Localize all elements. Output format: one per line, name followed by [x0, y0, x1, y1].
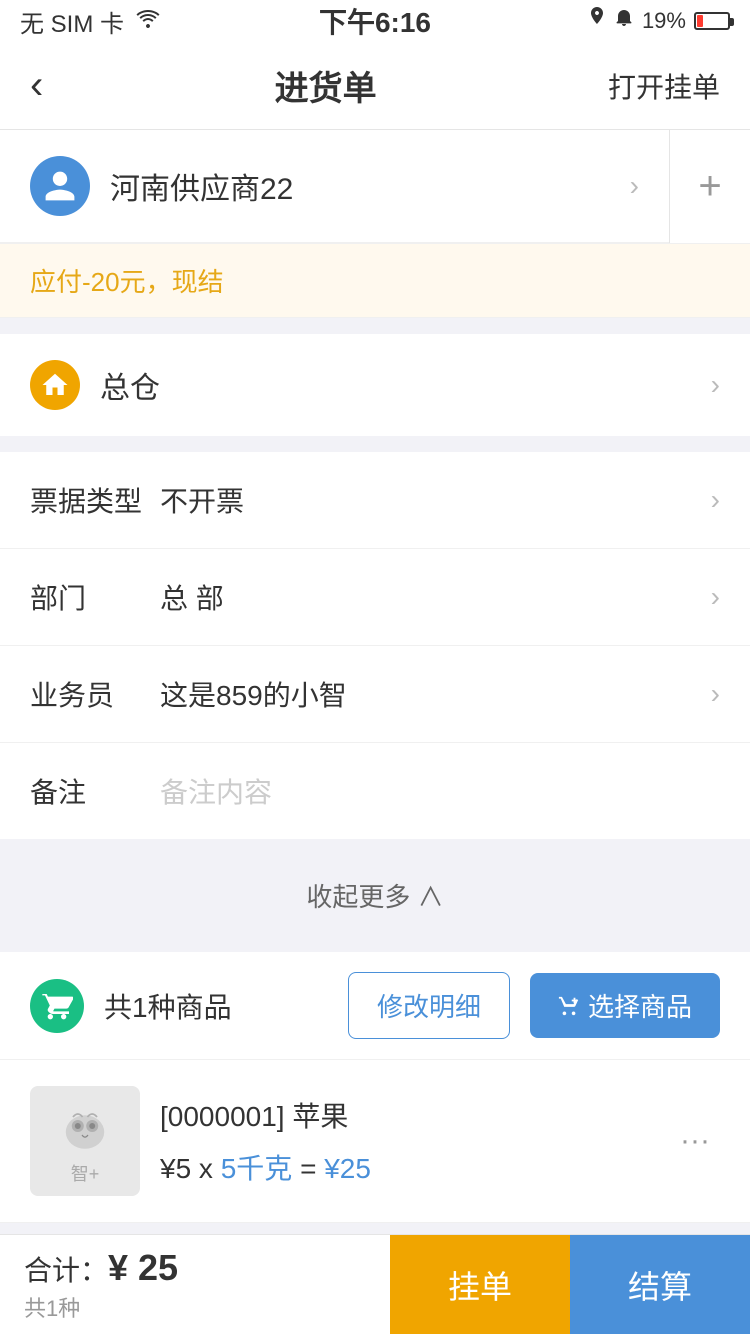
total-section: 合计： ¥ 25 共1种	[0, 1235, 390, 1334]
form-section: 票据类型 不开票 › 部门 总 部 › 业务员 这是859的小智 › 备注 备注…	[0, 452, 750, 839]
salesperson-value: 这是859的小智	[160, 674, 711, 714]
product-thumbnail: 智+	[30, 1086, 140, 1196]
battery-percent: 19%	[642, 8, 686, 34]
product-more-button[interactable]: ···	[670, 1114, 720, 1168]
warehouse-section: 总仓 ›	[0, 334, 750, 436]
invoice-type-chevron-icon: ›	[711, 484, 720, 516]
invoice-type-row[interactable]: 票据类型 不开票 ›	[0, 452, 750, 549]
select-product-label: 选择商品	[588, 987, 692, 1024]
product-total: ¥25	[324, 1153, 371, 1184]
remark-label: 备注	[30, 771, 160, 811]
battery-icon	[694, 12, 730, 30]
salesperson-chevron-icon: ›	[711, 678, 720, 710]
invoice-type-label: 票据类型	[30, 480, 160, 520]
status-time: 下午6:16	[319, 1, 431, 41]
total-label: 合计：	[24, 1249, 108, 1289]
status-right: 19%	[588, 7, 730, 35]
products-icon	[30, 979, 84, 1033]
salesperson-row[interactable]: 业务员 这是859的小智 ›	[0, 646, 750, 743]
products-header: 共1种商品 修改明细 选择商品	[0, 952, 750, 1060]
department-row[interactable]: 部门 总 部 ›	[0, 549, 750, 646]
product-item: 智+ [0000001] 苹果 ¥5 x 5千克 = ¥25 ···	[0, 1060, 750, 1223]
collapse-button[interactable]: 收起更多 ∧	[0, 855, 750, 936]
total-count: 共1种	[24, 1291, 366, 1323]
supplier-section: 河南供应商22 › + 应付-20元，现结	[0, 130, 750, 318]
location-icon	[588, 7, 606, 35]
carrier-label: 无 SIM 卡	[20, 4, 124, 39]
pending-button[interactable]: 挂单	[390, 1235, 570, 1334]
department-chevron-icon: ›	[711, 581, 720, 613]
warehouse-name: 总仓	[100, 363, 711, 407]
warehouse-row[interactable]: 总仓 ›	[0, 334, 750, 436]
product-price: ¥5 x 5千克 = ¥25	[160, 1147, 650, 1187]
product-name: [0000001] 苹果	[160, 1095, 650, 1135]
products-count: 共1种商品	[104, 986, 328, 1026]
supplier-name: 河南供应商22	[110, 164, 630, 208]
remark-row[interactable]: 备注 备注内容	[0, 743, 750, 839]
alarm-icon	[614, 8, 634, 34]
remark-input[interactable]: 备注内容	[160, 771, 720, 811]
supplier-chevron-icon: ›	[630, 170, 639, 202]
select-product-button[interactable]: 选择商品	[530, 973, 720, 1038]
product-info: [0000001] 苹果 ¥5 x 5千克 = ¥25	[160, 1095, 650, 1187]
supplier-row[interactable]: 河南供应商22 ›	[0, 130, 669, 243]
product-brand-label: 智+	[71, 1160, 100, 1186]
open-pending-button[interactable]: 打开挂单	[608, 66, 720, 106]
warehouse-icon	[30, 360, 80, 410]
back-button[interactable]: ‹	[30, 63, 43, 108]
salesperson-label: 业务员	[30, 674, 160, 714]
status-bar: 无 SIM 卡 下午6:16 19%	[0, 0, 750, 42]
edit-detail-button[interactable]: 修改明细	[348, 972, 510, 1039]
page-title: 进货单	[275, 61, 377, 110]
wifi-icon	[134, 7, 162, 35]
add-supplier-button[interactable]: +	[670, 130, 750, 243]
invoice-type-value: 不开票	[160, 480, 711, 520]
bottom-bar: 合计： ¥ 25 共1种 挂单 结算	[0, 1234, 750, 1334]
products-section: 共1种商品 修改明细 选择商品 智+ [0000001] 苹果	[0, 952, 750, 1223]
warehouse-chevron-icon: ›	[711, 369, 720, 401]
product-qty: 5千克	[221, 1153, 293, 1184]
department-value: 总 部	[160, 577, 711, 617]
checkout-button[interactable]: 结算	[570, 1235, 750, 1334]
department-label: 部门	[30, 577, 160, 617]
payment-notice: 应付-20元，现结	[0, 244, 750, 318]
status-left: 无 SIM 卡	[20, 4, 162, 39]
nav-bar: ‹ 进货单 打开挂单	[0, 42, 750, 130]
supplier-avatar	[30, 156, 90, 216]
total-value: ¥ 25	[108, 1247, 178, 1289]
